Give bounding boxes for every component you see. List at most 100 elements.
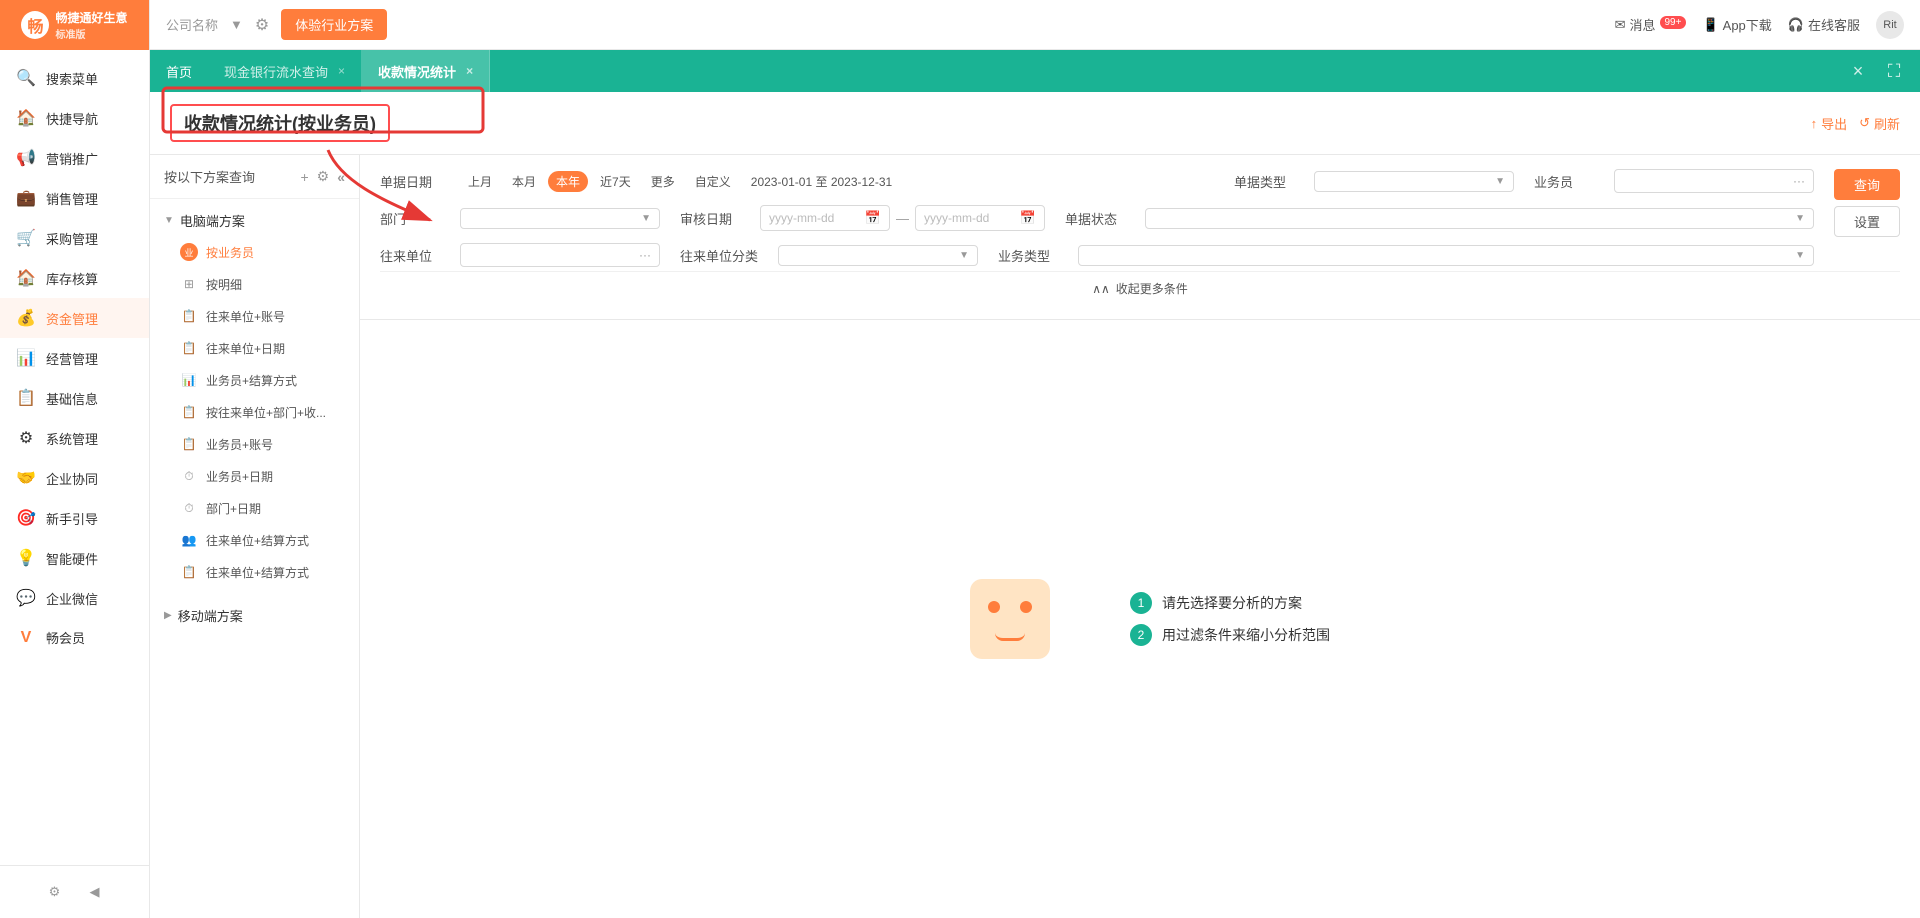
panel-settings-btn[interactable]: ⚙ xyxy=(317,168,330,185)
app-download-btn[interactable]: 📱 App下载 xyxy=(1702,15,1771,34)
unit-dots[interactable]: ··· xyxy=(639,248,651,262)
panel-collapse-btn[interactable]: « xyxy=(337,169,345,185)
scheme-item-label: 按明细 xyxy=(206,276,242,293)
message-badge: 99+ xyxy=(1660,16,1687,29)
window-expand-btn[interactable]: ⛶ xyxy=(1880,57,1908,85)
salesperson-label: 业务员 xyxy=(1534,172,1594,191)
scheme-item-unit-settle1[interactable]: 👥 往来单位+结算方式 xyxy=(150,524,359,556)
query-btn[interactable]: 查询 xyxy=(1834,169,1900,200)
scheme-item-dept-date[interactable]: ⏱ 部门+日期 xyxy=(150,492,359,524)
tab-receipts-stats-close[interactable]: × xyxy=(466,64,473,78)
audit-date-from[interactable]: yyyy-mm-dd 📅 xyxy=(760,205,890,231)
sidebar-item-enterprise[interactable]: 🤝 企业协同 xyxy=(0,458,149,498)
sidebar-item-system[interactable]: ⚙ 系统管理 xyxy=(0,418,149,458)
panel-header-left: 按以下方案查询 xyxy=(164,167,255,186)
scheme-item-unit-dept-collect[interactable]: 📋 按往来单位+部门+收... xyxy=(150,396,359,428)
scheme-item-unit-settle2[interactable]: 📋 往来单位+结算方式 xyxy=(150,556,359,588)
industry-btn[interactable]: 体验行业方案 xyxy=(281,9,387,40)
dept-select[interactable]: ▼ xyxy=(460,208,660,229)
window-close-btn[interactable]: × xyxy=(1844,57,1872,85)
robot-eye-right xyxy=(1020,601,1032,613)
audit-date-group: yyyy-mm-dd 📅 — yyyy-mm-dd 📅 xyxy=(760,205,1045,231)
collapse-more-btn[interactable]: ∧∧ 收起更多条件 xyxy=(380,271,1900,305)
sidebar-footer: ⚙ ◀ xyxy=(0,865,149,918)
tab-bank-flow-label: 现金银行流水查询 xyxy=(224,62,328,81)
calendar-icon: 📅 xyxy=(865,210,881,226)
export-btn[interactable]: ↑ 导出 xyxy=(1811,114,1848,133)
date-tab-custom[interactable]: 自定义 xyxy=(687,171,739,192)
date-tab-this-year[interactable]: 本年 xyxy=(548,171,588,192)
unit-category-select[interactable]: ▼ xyxy=(778,245,978,266)
bill-status-select[interactable]: ▼ xyxy=(1145,208,1814,229)
scheme-prefix-table4: 📋 xyxy=(180,435,198,453)
unit-select[interactable]: ··· xyxy=(460,243,660,267)
salesperson-dots[interactable]: ··· xyxy=(1793,174,1805,188)
message-btn[interactable]: ✉ 消息 99+ xyxy=(1615,15,1687,34)
sidebar-item-basic-info[interactable]: 📋 基础信息 xyxy=(0,378,149,418)
sidebar-settings-btn[interactable]: ⚙ xyxy=(39,876,71,908)
salesperson-select[interactable]: ··· xyxy=(1614,169,1814,193)
page-title: 收款情况统计(按业务员) xyxy=(170,104,390,142)
tab-home[interactable]: 首页 xyxy=(150,50,208,92)
search-menu-icon: 🔍 xyxy=(16,68,36,88)
robot-illustration xyxy=(950,559,1070,679)
tab-bank-flow-close[interactable]: × xyxy=(338,64,345,78)
online-service-btn[interactable]: 🎧 在线客服 xyxy=(1788,15,1860,34)
scheme-group-mobile-header[interactable]: ▶ 移动端方案 xyxy=(150,600,359,631)
audit-date-to[interactable]: yyyy-mm-dd 📅 xyxy=(915,205,1045,231)
date-tab-this-month[interactable]: 本月 xyxy=(504,171,544,192)
date-tab-more[interactable]: 更多 xyxy=(643,171,683,192)
app-download-label: App下载 xyxy=(1723,15,1772,34)
bill-type-select[interactable]: ▼ xyxy=(1314,171,1514,192)
sidebar-item-smart-hw[interactable]: 💡 智能硬件 xyxy=(0,538,149,578)
refresh-btn[interactable]: ↺ 刷新 xyxy=(1859,114,1900,133)
audit-date-label: 审核日期 xyxy=(680,209,740,228)
settings-btn[interactable]: 设置 xyxy=(1834,206,1900,237)
scheme-item-salesperson-account[interactable]: 📋 业务员+账号 xyxy=(150,428,359,460)
scheme-item-label: 往来单位+结算方式 xyxy=(206,564,309,581)
scheme-item-unit-account[interactable]: 📋 往来单位+账号 xyxy=(150,300,359,332)
scheme-item-unit-date[interactable]: 📋 往来单位+日期 xyxy=(150,332,359,364)
sidebar-item-search-menu[interactable]: 🔍 搜索菜单 xyxy=(0,58,149,98)
header-gear-icon[interactable]: ⚙ xyxy=(255,15,269,35)
sidebar-item-purchase[interactable]: 🛒 采购管理 xyxy=(0,218,149,258)
date-tab-last-month[interactable]: 上月 xyxy=(460,171,500,192)
app-download-icon: 📱 xyxy=(1702,17,1718,33)
tab-receipts-stats[interactable]: 收款情况统计 × xyxy=(362,50,490,92)
scheme-item-salesperson-settle[interactable]: 📊 业务员+结算方式 xyxy=(150,364,359,396)
panel-add-btn[interactable]: + xyxy=(300,169,308,185)
sidebar-item-marketing[interactable]: 📢 营销推广 xyxy=(0,138,149,178)
date-label: 单据日期 xyxy=(380,172,440,191)
sidebar-item-quick-nav[interactable]: 🏠 快捷导航 xyxy=(0,98,149,138)
sidebar-item-label: 智能硬件 xyxy=(46,549,98,568)
scheme-prefix-clock1: ⏱ xyxy=(180,467,198,485)
sidebar-item-guide[interactable]: 🎯 新手引导 xyxy=(0,498,149,538)
scheme-item-label: 往来单位+日期 xyxy=(206,340,285,357)
scheme-item-salesperson-date[interactable]: ⏱ 业务员+日期 xyxy=(150,460,359,492)
vip-icon: V xyxy=(16,629,36,647)
sidebar-item-sales[interactable]: 💼 销售管理 xyxy=(0,178,149,218)
logo-icon: 畅 xyxy=(21,11,49,39)
date-dash: — xyxy=(896,211,909,226)
business-type-select[interactable]: ▼ xyxy=(1078,245,1814,266)
scheme-item-by-salesperson[interactable]: 业 按业务员 xyxy=(150,236,359,268)
sidebar-item-label: 新手引导 xyxy=(46,509,98,528)
sidebar-collapse-btn[interactable]: ◀ xyxy=(79,876,111,908)
guide-icon: 🎯 xyxy=(16,508,36,528)
sidebar-nav: 🔍 搜索菜单 🏠 快捷导航 📢 营销推广 💼 销售管理 🛒 采购管理 🏠 库存核… xyxy=(0,50,149,865)
sidebar-item-label: 搜索菜单 xyxy=(46,69,98,88)
sidebar-item-label: 畅会员 xyxy=(46,628,85,647)
scheme-group-desktop-header[interactable]: ▼ 电脑端方案 xyxy=(150,205,359,236)
date-tab-7days[interactable]: 近7天 xyxy=(592,171,639,192)
export-icon: ↑ xyxy=(1811,116,1818,131)
scheme-item-by-detail[interactable]: ⊞ 按明细 xyxy=(150,268,359,300)
sidebar-item-wechat[interactable]: 💬 企业微信 xyxy=(0,578,149,618)
sidebar-item-operations[interactable]: 📊 经营管理 xyxy=(0,338,149,378)
sidebar-item-finance[interactable]: 💰 资金管理 xyxy=(0,298,149,338)
step-num-1: 1 xyxy=(1130,592,1152,614)
sidebar-item-inventory[interactable]: 🏠 库存核算 xyxy=(0,258,149,298)
panel-header-label: 按以下方案查询 xyxy=(164,167,255,186)
user-avatar[interactable]: Rit xyxy=(1876,11,1904,39)
sidebar-item-vip[interactable]: V 畅会员 xyxy=(0,618,149,657)
tab-bank-flow[interactable]: 现金银行流水查询 × xyxy=(208,50,362,92)
